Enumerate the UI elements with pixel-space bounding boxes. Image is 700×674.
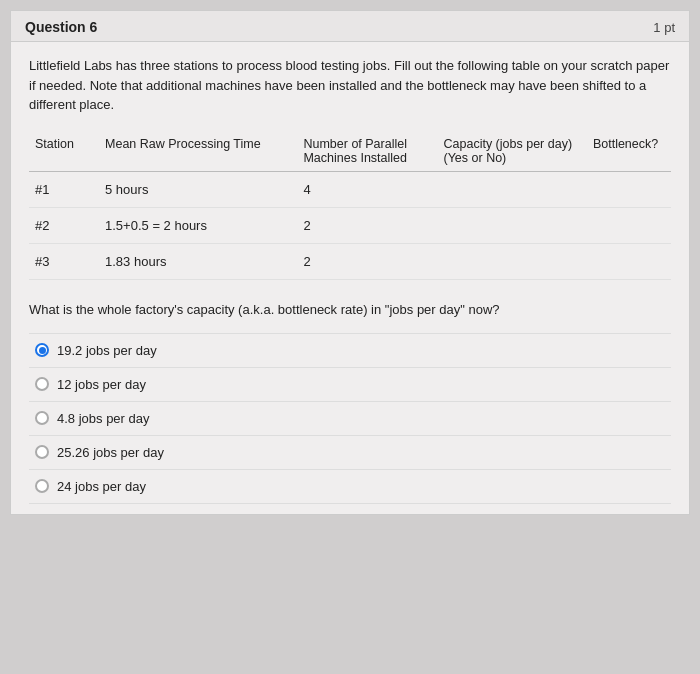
cell-capacity-bottleneck-1 <box>438 207 671 243</box>
radio-opt3[interactable] <box>35 411 49 425</box>
table-row: #1 5 hours 4 <box>29 171 671 207</box>
question-content: Littlefield Labs has three stations to p… <box>11 42 689 514</box>
option-row-2[interactable]: 12 jobs per day <box>29 367 671 401</box>
question-points: 1 pt <box>653 20 675 35</box>
cell-processing-0: 5 hours <box>99 171 297 207</box>
data-table-container: Station Mean Raw Processing Time Number … <box>29 133 671 280</box>
option-label-4: 25.26 jobs per day <box>57 445 164 460</box>
cell-parallel-2: 2 <box>297 243 437 279</box>
table-row: #3 1.83 hours 2 <box>29 243 671 279</box>
col-header-processing: Mean Raw Processing Time <box>99 133 297 172</box>
answer-options: 19.2 jobs per day 12 jobs per day 4.8 jobs… <box>29 333 671 504</box>
option-row-4[interactable]: 25.26 jobs per day <box>29 435 671 469</box>
cell-processing-2: 1.83 hours <box>99 243 297 279</box>
option-label-2: 12 jobs per day <box>57 377 146 392</box>
question-header: Question 6 1 pt <box>11 11 689 42</box>
radio-opt5[interactable] <box>35 479 49 493</box>
option-row-5[interactable]: 24 jobs per day <box>29 469 671 504</box>
option-row-1[interactable]: 19.2 jobs per day <box>29 333 671 367</box>
cell-parallel-0: 4 <box>297 171 437 207</box>
option-label-3: 4.8 jobs per day <box>57 411 150 426</box>
radio-opt2[interactable] <box>35 377 49 391</box>
cell-station-2: #3 <box>29 243 99 279</box>
col-header-station: Station <box>29 133 99 172</box>
stations-table: Station Mean Raw Processing Time Number … <box>29 133 671 280</box>
question-title: Question 6 <box>25 19 97 35</box>
cell-station-0: #1 <box>29 171 99 207</box>
col-header-capacity-bottleneck: Capacity (jobs per day) Bottleneck? (Yes… <box>438 133 671 172</box>
cell-capacity-bottleneck-2 <box>438 243 671 279</box>
sub-question-text: What is the whole factory's capacity (a.… <box>29 302 671 317</box>
table-row: #2 1.5+0.5 = 2 hours 2 <box>29 207 671 243</box>
cell-capacity-bottleneck-0 <box>438 171 671 207</box>
question-description: Littlefield Labs has three stations to p… <box>29 56 671 115</box>
option-row-3[interactable]: 4.8 jobs per day <box>29 401 671 435</box>
page-container: Question 6 1 pt Littlefield Labs has thr… <box>10 10 690 515</box>
option-label-5: 24 jobs per day <box>57 479 146 494</box>
cell-processing-1: 1.5+0.5 = 2 hours <box>99 207 297 243</box>
cell-station-1: #2 <box>29 207 99 243</box>
col-header-parallel: Number of Parallel Machines Installed <box>297 133 437 172</box>
radio-opt4[interactable] <box>35 445 49 459</box>
option-label-1: 19.2 jobs per day <box>57 343 157 358</box>
radio-opt1[interactable] <box>35 343 49 357</box>
cell-parallel-1: 2 <box>297 207 437 243</box>
